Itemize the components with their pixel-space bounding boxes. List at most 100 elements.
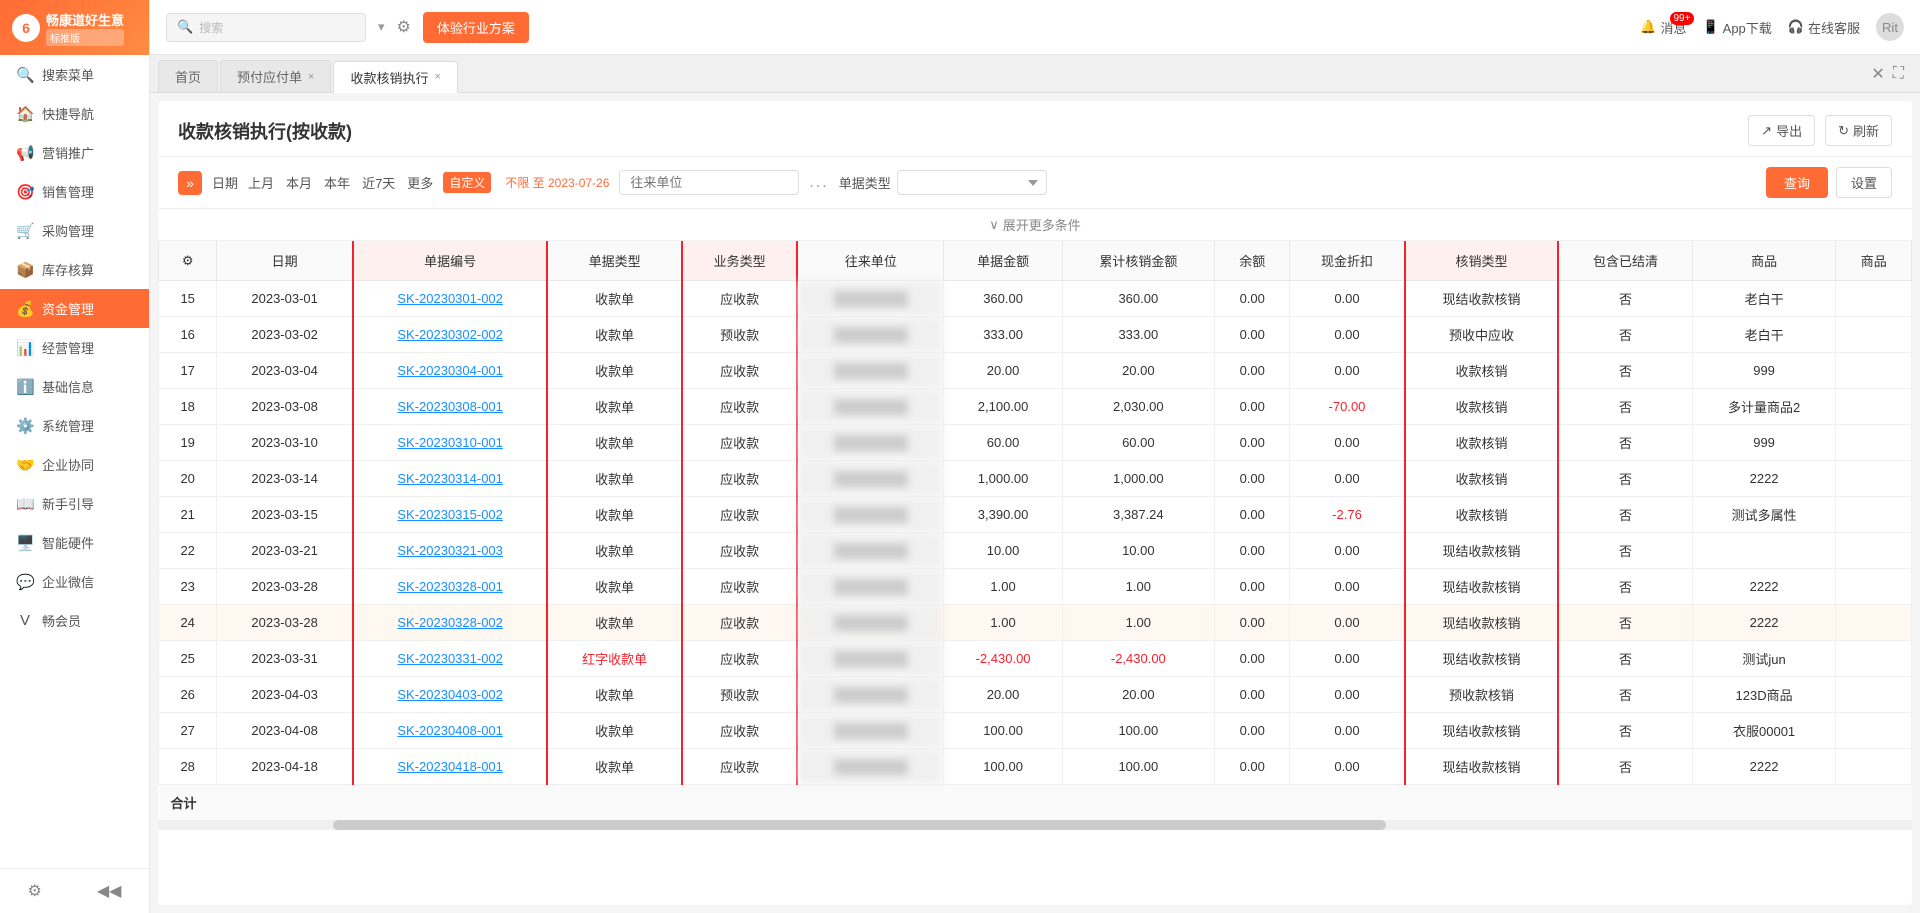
notifications-link[interactable]: 🔔 消息 99+ xyxy=(1640,18,1686,37)
bill-no-link[interactable]: SK-20230301-002 xyxy=(397,291,503,306)
sidebar-item-guide[interactable]: 📖新手引导 xyxy=(0,484,149,523)
table-footer-row: 合计 xyxy=(159,785,1912,821)
bill-no-link[interactable]: SK-20230304-001 xyxy=(397,363,503,378)
bill-no-link[interactable]: SK-20230408-001 xyxy=(397,723,503,738)
row-bill-no[interactable]: SK-20230403-002 xyxy=(353,677,547,713)
sidebar-item-search[interactable]: 🔍搜索菜单 xyxy=(0,55,149,94)
row-counterpart: ████████ xyxy=(797,641,944,677)
sidebar-item-label: 快捷导航 xyxy=(42,104,94,123)
refresh-button[interactable]: ↻ 刷新 xyxy=(1825,115,1892,146)
tab-receipts[interactable]: 收款核销执行× xyxy=(333,61,457,93)
row-goods: 2222 xyxy=(1692,749,1836,785)
date-btn-上月[interactable]: 上月 xyxy=(244,171,278,194)
row-bill-no[interactable]: SK-20230302-002 xyxy=(353,317,547,353)
row-bill-type: 收款单 xyxy=(547,749,682,785)
date-range-display: 不限 至 2023-07-26 xyxy=(505,174,609,191)
sidebar-item-marketing[interactable]: 📢营销推广 xyxy=(0,133,149,172)
sidebar-item-member[interactable]: V畅会员 xyxy=(0,601,149,640)
bill-no-link[interactable]: SK-20230302-002 xyxy=(397,327,503,342)
tab-close-icon[interactable]: × xyxy=(308,71,314,83)
app-download-link[interactable]: 📱 App下载 xyxy=(1702,18,1771,37)
topbar-right: 🔔 消息 99+ 📱 App下载 🎧 在线客服 Rit xyxy=(1640,13,1904,41)
row-bill-no[interactable]: SK-20230301-002 xyxy=(353,281,547,317)
row-goods: 2222 xyxy=(1692,569,1836,605)
footer-label: 合计 xyxy=(159,785,353,821)
row-bill-no[interactable]: SK-20230321-003 xyxy=(353,533,547,569)
table-scrollbar-thumb[interactable] xyxy=(333,820,1385,830)
date-custom-button[interactable]: 自定义 xyxy=(443,172,491,193)
row-bill-no[interactable]: SK-20230331-002 xyxy=(353,641,547,677)
row-bill-no[interactable]: SK-20230304-001 xyxy=(353,353,547,389)
solution-button[interactable]: 体验行业方案 xyxy=(423,12,529,43)
bill-no-link[interactable]: SK-20230310-001 xyxy=(397,435,503,450)
settings-bottom-icon[interactable]: ⚙ xyxy=(20,877,50,905)
tab-close-icon[interactable]: × xyxy=(434,71,440,83)
query-button[interactable]: 查询 xyxy=(1766,167,1828,198)
sidebar-item-system[interactable]: ⚙️系统管理 xyxy=(0,406,149,445)
filter-more-dots[interactable]: ... xyxy=(809,174,828,192)
tab-prepay[interactable]: 预付应付单× xyxy=(220,60,331,92)
date-btn-本月[interactable]: 本月 xyxy=(282,171,316,194)
date-btn-近7天[interactable]: 近7天 xyxy=(358,171,399,194)
bill-no-link[interactable]: SK-20230403-002 xyxy=(397,687,503,702)
maximize-tab-button[interactable]: ⛶ xyxy=(1893,64,1904,84)
bill-no-link[interactable]: SK-20230328-001 xyxy=(397,579,503,594)
sidebar-item-enterprise[interactable]: 🤝企业协同 xyxy=(0,445,149,484)
col-header-settings[interactable]: ⚙ xyxy=(159,241,217,281)
bill-no-link[interactable]: SK-20230308-001 xyxy=(397,399,503,414)
row-counterpart: ████████ xyxy=(797,389,944,425)
sidebar-item-wechat[interactable]: 💬企业微信 xyxy=(0,562,149,601)
avatar[interactable]: Rit xyxy=(1876,13,1904,41)
row-no: 27 xyxy=(159,713,217,749)
export-button[interactable]: ↗ 导出 xyxy=(1748,115,1815,146)
collapse-icon[interactable]: ◀◀ xyxy=(89,877,130,905)
row-date: 2023-03-02 xyxy=(217,317,353,353)
sidebar-item-label: 经营管理 xyxy=(42,338,94,357)
row-bill-no[interactable]: SK-20230310-001 xyxy=(353,425,547,461)
sidebar-item-purchase[interactable]: 🛒采购管理 xyxy=(0,211,149,250)
date-btn-更多[interactable]: 更多 xyxy=(403,171,437,194)
sidebar-item-shortcut[interactable]: 🏠快捷导航 xyxy=(0,94,149,133)
sidebar-item-basic[interactable]: ℹ️基础信息 xyxy=(0,367,149,406)
row-balance: 0.00 xyxy=(1215,461,1290,497)
topbar-search[interactable]: 🔍 搜索 xyxy=(166,13,366,42)
bill-no-link[interactable]: SK-20230314-001 xyxy=(397,471,503,486)
table-scrollbar[interactable] xyxy=(158,820,1912,830)
bill-no-link[interactable]: SK-20230328-002 xyxy=(397,615,503,630)
sidebar-item-hardware[interactable]: 🖥️智能硬件 xyxy=(0,523,149,562)
sidebar-item-inventory[interactable]: 📦库存核算 xyxy=(0,250,149,289)
column-settings-icon[interactable]: ⚙ xyxy=(182,253,194,268)
bill-no-link[interactable]: SK-20230418-001 xyxy=(397,759,503,774)
filter-expand-button[interactable]: » xyxy=(178,171,202,195)
sidebar-item-operation[interactable]: 📊经营管理 xyxy=(0,328,149,367)
sidebar-item-sales[interactable]: 🎯销售管理 xyxy=(0,172,149,211)
sidebar-item-finance[interactable]: 💰资金管理 xyxy=(0,289,149,328)
date-btn-本年[interactable]: 本年 xyxy=(320,171,354,194)
gear-icon[interactable]: ⚙ xyxy=(397,17,411,37)
row-cash-discount: 0.00 xyxy=(1290,641,1405,677)
online-service-link[interactable]: 🎧 在线客服 xyxy=(1788,18,1860,37)
row-bill-no[interactable]: SK-20230308-001 xyxy=(353,389,547,425)
row-goods2 xyxy=(1836,281,1912,317)
counterpart-input[interactable] xyxy=(619,170,799,195)
row-no: 25 xyxy=(159,641,217,677)
filter-settings-button[interactable]: 设置 xyxy=(1836,167,1892,198)
expand-more-button[interactable]: ∨ 展开更多条件 xyxy=(989,215,1081,234)
row-bill-no[interactable]: SK-20230418-001 xyxy=(353,749,547,785)
row-bill-no[interactable]: SK-20230328-002 xyxy=(353,605,547,641)
bill-type-select[interactable] xyxy=(897,170,1047,195)
bill-no-link[interactable]: SK-20230315-002 xyxy=(397,507,503,522)
dropdown-icon[interactable]: ▾ xyxy=(378,19,385,35)
bill-no-link[interactable]: SK-20230321-003 xyxy=(397,543,503,558)
bill-no-link[interactable]: SK-20230331-002 xyxy=(397,651,503,666)
row-no: 21 xyxy=(159,497,217,533)
close-tab-button[interactable]: ✕ xyxy=(1871,64,1884,84)
row-bill-no[interactable]: SK-20230315-002 xyxy=(353,497,547,533)
table-row: 262023-04-03SK-20230403-002收款单预收款███████… xyxy=(159,677,1912,713)
row-bill-no[interactable]: SK-20230314-001 xyxy=(353,461,547,497)
row-goods: 老白干 xyxy=(1692,317,1836,353)
tab-home[interactable]: 首页 xyxy=(158,60,218,92)
row-bill-no[interactable]: SK-20230408-001 xyxy=(353,713,547,749)
row-cash-discount: -2.76 xyxy=(1290,497,1405,533)
row-bill-no[interactable]: SK-20230328-001 xyxy=(353,569,547,605)
